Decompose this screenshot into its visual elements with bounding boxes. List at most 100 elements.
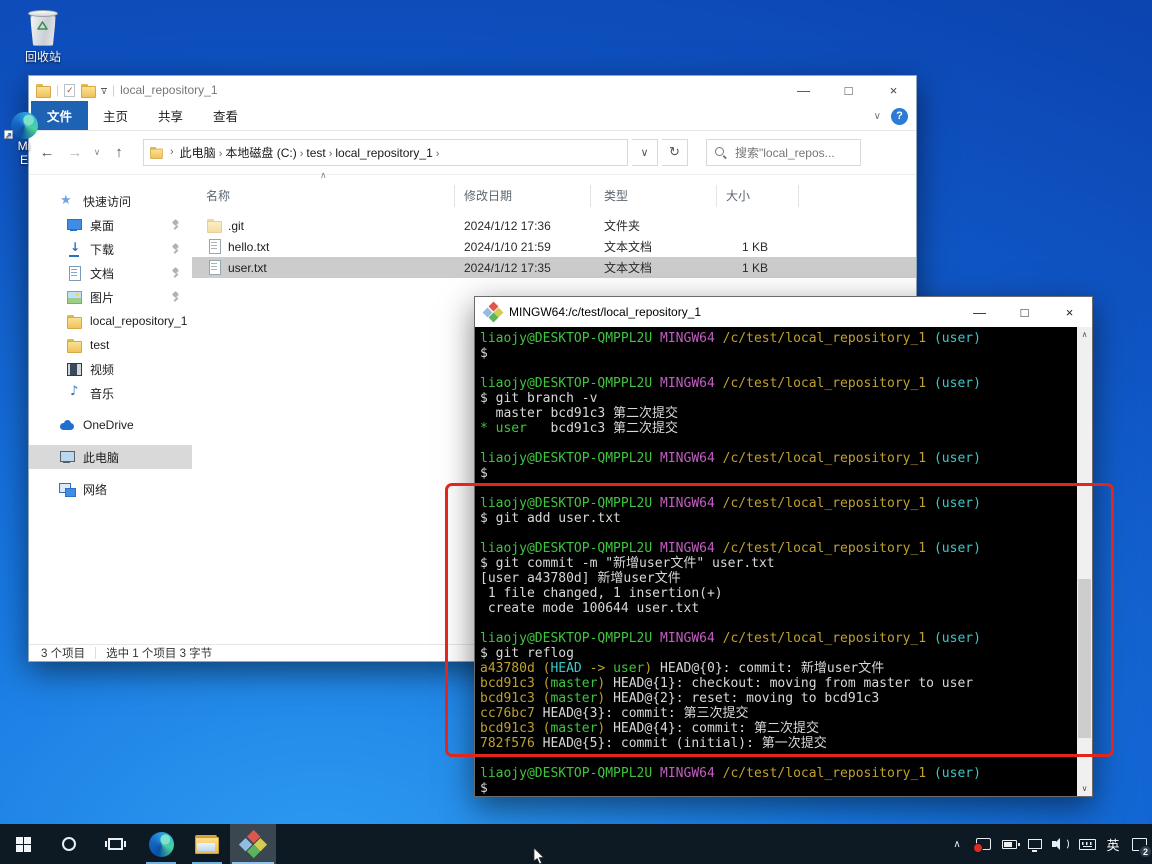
sidebar-item-label: 网络 — [83, 482, 108, 497]
battery-icon[interactable] — [996, 824, 1022, 864]
ime-indicator[interactable]: 英 — [1100, 824, 1126, 864]
sidebar-item-label: test — [90, 338, 110, 352]
help-button[interactable]: ? — [891, 108, 908, 125]
breadcrumb-segment[interactable]: 此电脑 — [180, 146, 216, 160]
scroll-up-icon[interactable]: ∧ — [1077, 327, 1092, 342]
start-button[interactable] — [0, 824, 46, 864]
task-view-icon — [104, 838, 126, 850]
window-title: local_repository_1 — [120, 83, 218, 97]
column-header-date[interactable]: 修改日期 — [464, 187, 512, 204]
folder-icon — [35, 83, 51, 98]
up-button[interactable]: ↑ — [107, 144, 131, 161]
terminal-line: $ — [480, 781, 488, 796]
screen-record-icon[interactable] — [970, 824, 996, 864]
minimize-button[interactable]: — — [781, 76, 826, 104]
minimize-button[interactable]: — — [957, 297, 1002, 327]
recycle-bin-art — [26, 8, 60, 48]
file-date: 2024/1/12 17:36 — [464, 218, 551, 233]
explorer-titlebar: | ∨ | local_repository_1 — □ × — [29, 76, 916, 104]
volume-icon[interactable] — [1048, 824, 1074, 864]
sidebar-item-label: 此电脑 — [83, 450, 120, 465]
new-folder-qat-icon[interactable] — [80, 83, 97, 98]
column-header-name[interactable]: 名称 — [206, 187, 230, 204]
menu-tab-home[interactable]: 主页 — [88, 101, 143, 130]
sort-ascending-icon[interactable]: ∧ — [320, 170, 327, 181]
sidebar-item-网络[interactable]: 网络 — [29, 477, 192, 501]
cortana-button[interactable] — [46, 824, 92, 864]
network-icon — [59, 482, 76, 497]
sidebar-item-下载[interactable]: 下载 — [29, 237, 192, 261]
file-name: user.txt — [228, 260, 267, 275]
ribbon-collapse-icon[interactable]: ∨ — [874, 111, 881, 122]
action-center-icon[interactable]: 2 — [1126, 824, 1152, 864]
recycle-bin-icon[interactable]: 回收站 — [8, 8, 78, 65]
git-bash-icon — [482, 301, 504, 323]
tray-expand-icon[interactable]: ∧ — [944, 824, 970, 864]
sidebar-item-快速访问[interactable]: 快速访问 — [29, 189, 192, 213]
table-row[interactable]: user.txt 2024/1/12 17:35 文本文档 1 KB — [192, 257, 916, 278]
menu-tab-view[interactable]: 查看 — [198, 101, 253, 130]
file-name: .git — [228, 218, 245, 233]
touch-keyboard-icon[interactable] — [1074, 824, 1100, 864]
music-icon — [66, 384, 82, 401]
search-icon — [713, 145, 729, 160]
folder-icon — [66, 338, 82, 353]
taskbar-gitbash-button[interactable] — [230, 824, 276, 864]
sidebar-item-OneDrive[interactable]: OneDrive — [29, 413, 192, 437]
docs-icon — [66, 265, 82, 281]
breadcrumb-segment[interactable]: local_repository_1 — [335, 146, 432, 160]
forward-button[interactable]: → — [63, 144, 87, 161]
sidebar-item-label: 快速访问 — [83, 194, 132, 209]
address-dropdown-icon[interactable]: ∨ — [632, 138, 658, 166]
task-view-button[interactable] — [92, 824, 138, 864]
sidebar-item-桌面[interactable]: 桌面 — [29, 213, 192, 237]
edge-shortcut-label-line2: E — [19, 153, 28, 167]
sidebar-item-local_repository_1[interactable]: local_repository_1 — [29, 309, 192, 333]
breadcrumb-separator-icon: › — [328, 147, 333, 160]
terminal-line: $ — [480, 466, 488, 481]
sidebar-item-音乐[interactable]: 音乐 — [29, 381, 192, 405]
sidebar-item-label: 桌面 — [90, 218, 115, 233]
annotation-rectangle — [445, 483, 1114, 757]
qat-customize-icon[interactable]: ∨ — [101, 87, 107, 95]
sidebar-item-图片[interactable]: 图片 — [29, 285, 192, 309]
address-bar[interactable]: › 此电脑 › 本地磁盘 (C:) › test › local_repository_1 › — [143, 138, 628, 166]
sidebar-item-test[interactable]: test — [29, 333, 192, 357]
pin-icon — [170, 243, 180, 255]
sidebar-item-此电脑[interactable]: 此电脑 — [29, 445, 192, 469]
terminal-line: * user bcd91c3 第二次提交 — [480, 421, 679, 436]
sidebar-item-视频[interactable]: 视频 — [29, 357, 192, 381]
terminal-line: $ — [480, 346, 488, 361]
file-date: 2024/1/10 21:59 — [464, 239, 551, 254]
pin-icon — [170, 219, 180, 231]
film-icon — [66, 362, 82, 377]
column-header-type[interactable]: 类型 — [604, 187, 628, 204]
close-button[interactable]: × — [871, 76, 916, 104]
network-icon[interactable] — [1022, 824, 1048, 864]
recent-locations-icon[interactable]: ∨ — [91, 147, 103, 158]
sidebar-item-label: 下载 — [90, 242, 115, 257]
file-type: 文本文档 — [604, 261, 653, 275]
sidebar-item-label: 文档 — [90, 266, 115, 281]
sidebar-item-文档[interactable]: 文档 — [29, 261, 192, 285]
taskbar-explorer-button[interactable] — [184, 824, 230, 864]
close-button[interactable]: × — [1047, 297, 1092, 327]
search-placeholder: 搜索"local_repos... — [735, 145, 835, 160]
properties-qat-icon[interactable] — [64, 83, 76, 98]
refresh-icon[interactable]: ↻ — [662, 138, 688, 166]
edge-shortcut-icon[interactable]: ↗ Mi E — [0, 112, 54, 167]
notification-badge: 2 — [1139, 845, 1152, 858]
breadcrumb-segment[interactable]: 本地磁盘 (C:) — [225, 146, 296, 160]
table-row[interactable]: .git 2024/1/12 17:36 文件夹 — [192, 215, 916, 236]
scroll-down-icon[interactable]: ∨ — [1077, 781, 1092, 796]
taskbar-edge-button[interactable] — [138, 824, 184, 864]
maximize-button[interactable]: □ — [826, 76, 871, 104]
column-header-size[interactable]: 大小 — [726, 187, 750, 204]
terminal-line: $ git branch -v — [480, 391, 598, 406]
search-box[interactable]: 搜索"local_repos... — [706, 138, 861, 166]
maximize-button[interactable]: □ — [1002, 297, 1047, 327]
table-row[interactable]: hello.txt 2024/1/10 21:59 文本文档 1 KB — [192, 236, 916, 257]
breadcrumb-segment[interactable]: test — [306, 146, 325, 160]
edge-icon — [148, 831, 174, 857]
menu-tab-share[interactable]: 共享 — [143, 101, 198, 130]
